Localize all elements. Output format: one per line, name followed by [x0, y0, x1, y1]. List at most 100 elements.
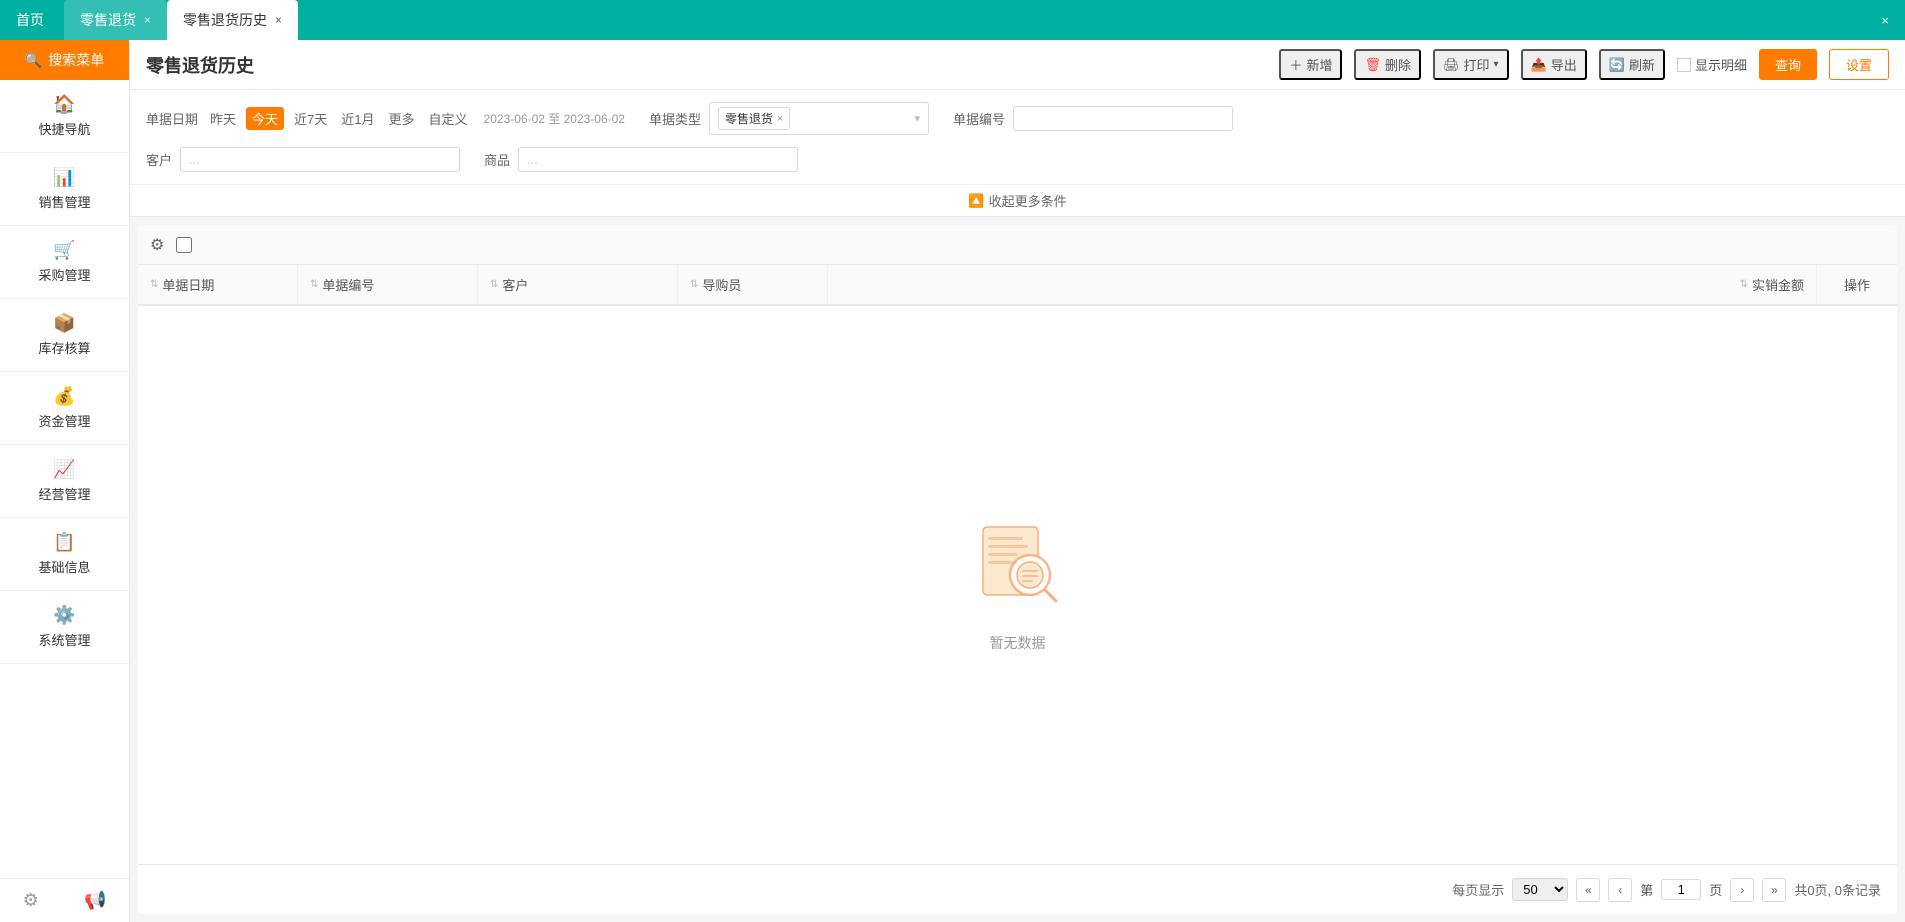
sort-guide-icon[interactable]: ⇅	[690, 279, 698, 290]
sidebar-item-basic-info[interactable]: 📋 基础信息	[0, 518, 129, 591]
table-area: ⚙ ⇅ 单据日期 ⇅ 单据编号 ⇅ 客户 ⇅ 导购员	[138, 225, 1897, 914]
customer-filter-label: 客户	[146, 150, 172, 169]
type-filter-select[interactable]: 零售退货 × ▾	[709, 102, 929, 135]
sidebar-item-purchase[interactable]: 🛒 采购管理	[0, 226, 129, 299]
th-date-label: 单据日期	[162, 275, 214, 294]
collapse-icon: 🔼	[968, 193, 984, 209]
customer-filter-select[interactable]: ...	[180, 147, 460, 172]
display-detail-checkbox[interactable]	[1677, 58, 1691, 72]
date-option-1month[interactable]: 近1月	[337, 107, 378, 130]
table-settings-icon[interactable]: ⚙	[150, 235, 164, 255]
th-date: ⇅ 单据日期	[138, 265, 298, 304]
sort-date-icon[interactable]: ⇅	[150, 279, 158, 290]
tab-retail-return-history[interactable]: 零售退货历史 ×	[167, 0, 298, 40]
top-tab-bar: 首页 零售退货 × 零售退货历史 × ×	[0, 0, 1905, 40]
date-range-display: 2023-06-02 至 2023-06-02	[484, 110, 625, 127]
page-label: 第	[1640, 880, 1653, 899]
query-button[interactable]: 查询	[1759, 49, 1817, 80]
tab-retail-return-close[interactable]: ×	[144, 13, 151, 27]
filter-area: 单据日期 昨天 今天 近7天 近1月 更多 自定义 2023-06-02 至 2…	[130, 90, 1905, 217]
tab-retail-return-history-close[interactable]: ×	[275, 13, 282, 27]
print-chevron-icon: ▾	[1494, 59, 1499, 70]
page-first-button[interactable]: «	[1576, 878, 1600, 902]
sidebar-item-label: 采购管理	[38, 265, 90, 284]
page-title: 零售退货历史	[146, 52, 1279, 78]
new-button[interactable]: ＋ 新增	[1279, 49, 1342, 80]
collapse-filter-button[interactable]: 🔼 收起更多条件	[130, 184, 1905, 216]
sidebar-item-sales[interactable]: 📊 销售管理	[0, 153, 129, 226]
select-all-checkbox[interactable]	[176, 237, 192, 253]
date-option-yesterday[interactable]: 昨天	[206, 107, 240, 130]
order-filter-label: 单据编号	[953, 109, 1005, 128]
page-header: 零售退货历史 ＋ 新增 🗑 删除 🖨 打印 ▾ 📤 导出	[130, 40, 1905, 90]
search-icon: 🔍	[25, 52, 42, 69]
table-toolbar: ⚙	[138, 225, 1897, 265]
sort-amount-icon[interactable]: ⇅	[1740, 279, 1748, 290]
page-last-button[interactable]: »	[1762, 878, 1786, 902]
type-tag-close[interactable]: ×	[777, 113, 783, 125]
sidebar-item-operations[interactable]: 📈 经营管理	[0, 445, 129, 518]
sidebar-item-inventory[interactable]: 📦 库存核算	[0, 299, 129, 372]
sidebar-nav: 🏠 快捷导航 📊 销售管理 🛒 采购管理 📦 库存核算 💰 资金管理 📈	[0, 80, 129, 878]
refresh-button[interactable]: 🔄 刷新	[1599, 49, 1665, 80]
filter-row-2: 客户 ... 商品 ...	[146, 147, 1889, 172]
sidebar-item-label: 资金管理	[38, 411, 90, 430]
sort-order-icon[interactable]: ⇅	[310, 279, 318, 290]
top-bar-close[interactable]: ×	[1881, 13, 1905, 28]
type-filter-label: 单据类型	[649, 109, 701, 128]
plus-icon: ＋	[1289, 55, 1302, 74]
page-word: 页	[1709, 880, 1722, 899]
sidebar-item-label: 系统管理	[38, 630, 90, 649]
type-select-tags: 零售退货 ×	[718, 107, 914, 130]
print-label: 打印	[1464, 55, 1490, 74]
tab-retail-return[interactable]: 零售退货 ×	[64, 0, 167, 40]
inventory-icon: 📦	[53, 313, 75, 334]
page-size-select[interactable]: 20 50 100	[1512, 878, 1568, 901]
tab-retail-return-label: 零售退货	[80, 10, 136, 30]
volume-bottom-icon[interactable]: 📢	[84, 890, 106, 911]
print-button[interactable]: 🖨 打印 ▾	[1433, 49, 1509, 80]
new-label: 新增	[1306, 55, 1332, 74]
empty-text: 暂无数据	[990, 633, 1046, 653]
page-prev-button[interactable]: ‹	[1608, 878, 1632, 902]
customer-placeholder: ...	[189, 152, 200, 167]
print-icon: 🖨	[1443, 57, 1460, 73]
export-button[interactable]: 📤 导出	[1521, 49, 1587, 80]
date-option-custom[interactable]: 自定义	[425, 107, 472, 130]
sidebar-item-system[interactable]: ⚙️ 系统管理	[0, 591, 129, 664]
th-customer: ⇅ 客户	[478, 265, 678, 304]
page-next-button[interactable]: ›	[1730, 878, 1754, 902]
th-amount-label: 实销金额	[1752, 275, 1804, 294]
date-option-7days[interactable]: 近7天	[290, 107, 331, 130]
th-order-no: ⇅ 单据编号	[298, 265, 478, 304]
content-area: 零售退货历史 ＋ 新增 🗑 删除 🖨 打印 ▾ 📤 导出	[130, 40, 1905, 922]
sidebar-bottom: ⚙ 📢	[0, 878, 129, 922]
date-option-more[interactable]: 更多	[385, 107, 419, 130]
sidebar-search[interactable]: 🔍 搜索菜单	[0, 40, 129, 80]
collapse-label: 收起更多条件	[989, 191, 1067, 210]
system-icon: ⚙️	[53, 605, 75, 626]
sidebar-item-finance[interactable]: 💰 资金管理	[0, 372, 129, 445]
sidebar-item-label: 销售管理	[38, 192, 90, 211]
filter-group-date: 单据日期 昨天 今天 近7天 近1月 更多 自定义 2023-06-02 至 2…	[146, 107, 625, 130]
tab-home[interactable]: 首页	[0, 0, 60, 40]
page-number-input[interactable]	[1661, 879, 1701, 900]
page-size-label: 每页显示	[1452, 880, 1504, 899]
date-options: 昨天 今天 近7天 近1月 更多 自定义	[206, 107, 472, 130]
date-option-today[interactable]: 今天	[246, 107, 284, 130]
sort-customer-icon[interactable]: ⇅	[490, 279, 498, 290]
sidebar-item-label: 快捷导航	[38, 119, 90, 138]
order-filter-input[interactable]	[1013, 106, 1233, 131]
refresh-label: 刷新	[1629, 55, 1655, 74]
delete-button[interactable]: 🗑 删除	[1354, 49, 1421, 80]
date-filter-label: 单据日期	[146, 109, 198, 128]
sidebar-item-label: 经营管理	[38, 484, 90, 503]
th-action-label: 操作	[1844, 275, 1870, 294]
operations-icon: 📈	[53, 459, 75, 480]
goods-filter-select[interactable]: ...	[518, 147, 798, 172]
finance-icon: 💰	[53, 386, 75, 407]
goods-placeholder: ...	[527, 152, 538, 167]
settings-bottom-icon[interactable]: ⚙	[23, 890, 39, 911]
sidebar-item-quick-nav[interactable]: 🏠 快捷导航	[0, 80, 129, 153]
setting-button[interactable]: 设置	[1829, 49, 1889, 80]
